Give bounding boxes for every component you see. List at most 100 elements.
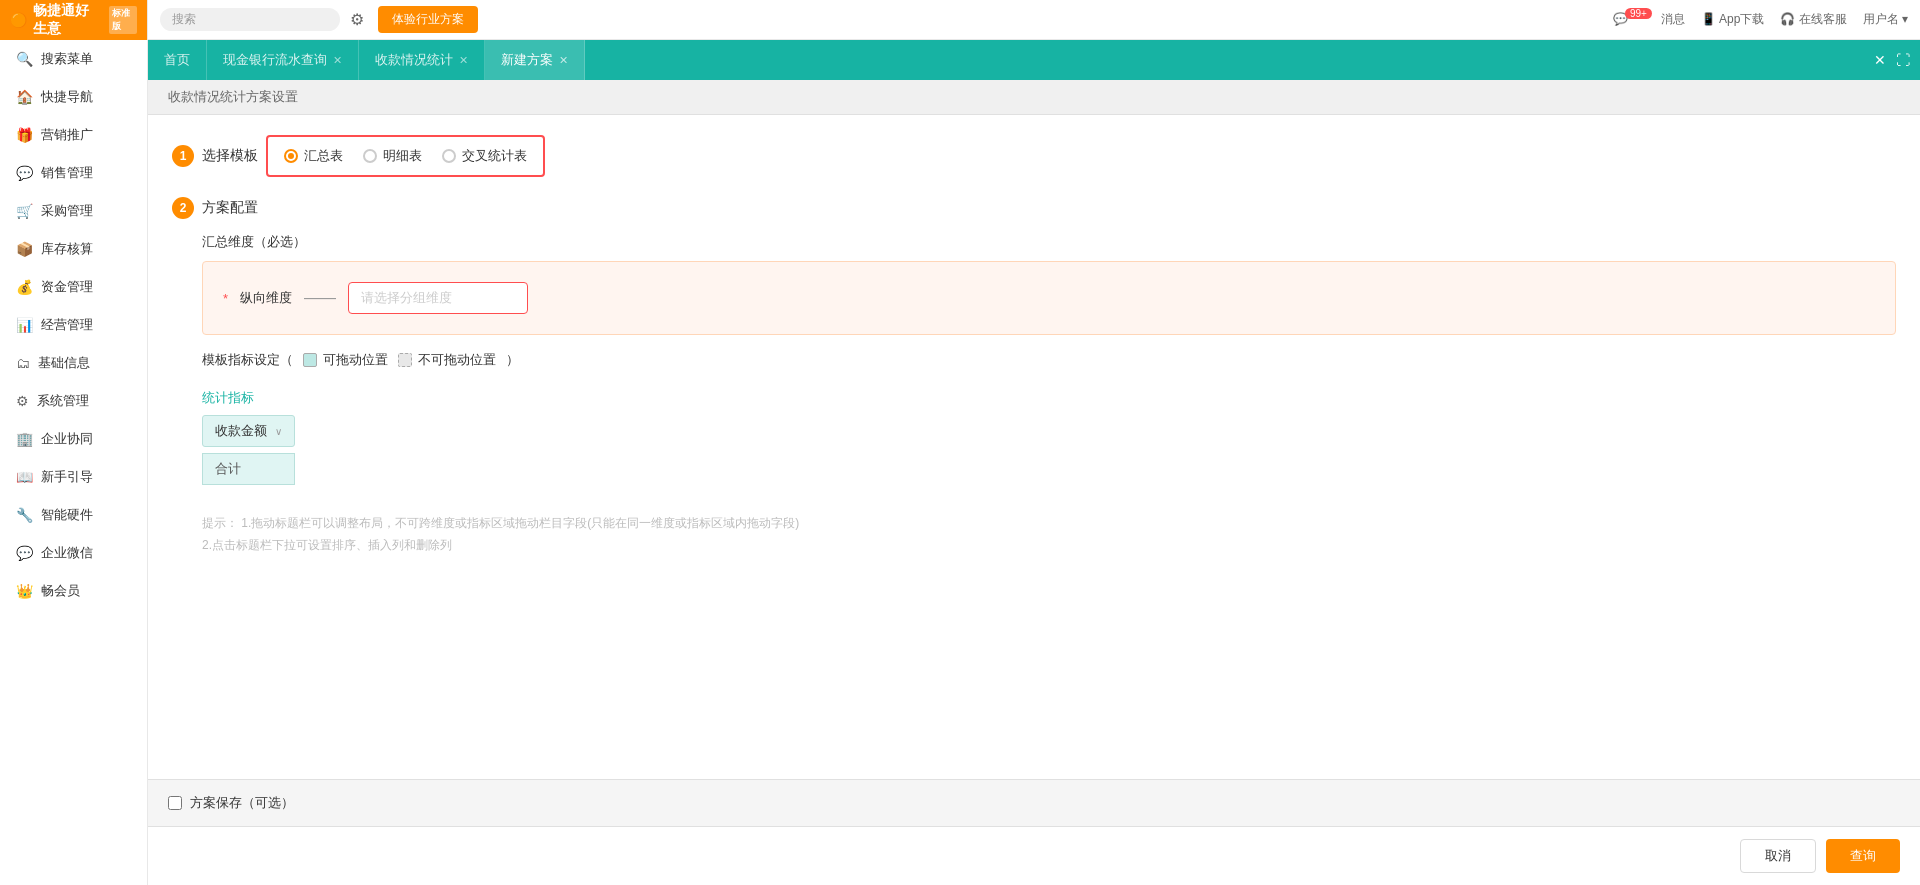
- fixed-legend: 不可拖动位置: [398, 351, 496, 369]
- content-header: 收款情况统计方案设置: [148, 80, 1920, 115]
- sidebar-item-enterprise[interactable]: 🏢 企业协同: [0, 420, 147, 458]
- radio-detail-label: 明细表: [383, 147, 422, 165]
- cancel-button[interactable]: 取消: [1740, 839, 1816, 873]
- sidebar-item-quick-nav[interactable]: 🏠 快捷导航: [0, 78, 147, 116]
- sidebar-item-marketing[interactable]: 🎁 营销推广: [0, 116, 147, 154]
- tab-home[interactable]: 首页: [148, 40, 207, 80]
- sidebar-item-inventory[interactable]: 📦 库存核算: [0, 230, 147, 268]
- template-radio-group: 汇总表 明细表 交叉统计表: [284, 147, 527, 165]
- service-icon: 🎧: [1780, 12, 1795, 26]
- page-title: 收款情况统计方案设置: [168, 89, 298, 104]
- action-bar: 取消 查询: [148, 826, 1920, 885]
- content: 收款情况统计方案设置 1 选择模板 汇总表: [148, 80, 1920, 885]
- message-badge: 99+: [1625, 8, 1652, 19]
- download-label: App下载: [1719, 12, 1764, 26]
- metrics-header-label: 模板指标设定（: [202, 351, 293, 369]
- sidebar-item-label: 基础信息: [38, 354, 90, 372]
- radio-summary[interactable]: 汇总表: [284, 147, 343, 165]
- sidebar-item-label: 营销推广: [41, 126, 93, 144]
- crown-icon: 👑: [16, 583, 33, 599]
- sidebar-item-system[interactable]: ⚙ 系统管理: [0, 382, 147, 420]
- step1-number: 1: [172, 145, 194, 167]
- dimension-area: * 纵向维度 —— 请选择分组维度: [202, 261, 1896, 335]
- radio-detail-circle: [363, 149, 377, 163]
- metrics-item-wrapper: 收款金额 ∨ 合计: [202, 415, 295, 485]
- step1-header: 1 选择模板 汇总表 明细表: [172, 135, 1896, 177]
- sidebar-item-label: 系统管理: [37, 392, 89, 410]
- radio-summary-circle: [284, 149, 298, 163]
- close-bank-icon[interactable]: ✕: [333, 54, 342, 67]
- close-window-icon[interactable]: ✕: [1874, 52, 1886, 68]
- dimension-label: 纵向维度: [240, 289, 292, 307]
- radio-summary-label: 汇总表: [304, 147, 343, 165]
- tab-new-plan-label: 新建方案: [501, 51, 553, 69]
- content-body: 1 选择模板 汇总表 明细表: [148, 115, 1920, 779]
- metrics-item-revenue[interactable]: 收款金额 ∨: [202, 415, 295, 447]
- sidebar-item-finance[interactable]: 💰 资金管理: [0, 268, 147, 306]
- search-icon: 🔍: [16, 51, 33, 67]
- radio-cross[interactable]: 交叉统计表: [442, 147, 527, 165]
- draggable-label: 可拖动位置: [323, 351, 388, 369]
- book-icon: 📖: [16, 469, 33, 485]
- download-section[interactable]: 📱 App下载: [1701, 11, 1764, 28]
- maximize-icon[interactable]: ⛶: [1896, 52, 1910, 68]
- app-name: 畅捷通好生意: [33, 2, 103, 38]
- dimension-row: * 纵向维度 —— 请选择分组维度: [223, 282, 1875, 314]
- topbar: 搜索 ⚙ 体验行业方案 💬 99+ 消息 📱 App下载 🎧 在线客服 用户名 …: [148, 0, 1920, 40]
- dimension-select[interactable]: 请选择分组维度: [348, 282, 528, 314]
- radio-cross-label: 交叉统计表: [462, 147, 527, 165]
- sidebar-item-label: 智能硬件: [41, 506, 93, 524]
- metrics-header-end: ）: [506, 351, 519, 369]
- service-section[interactable]: 🎧 在线客服: [1780, 11, 1846, 28]
- sidebar-item-newbie[interactable]: 📖 新手引导: [0, 458, 147, 496]
- radio-cross-circle: [442, 149, 456, 163]
- tab-new-plan[interactable]: 新建方案 ✕: [485, 40, 585, 80]
- metrics-group-label: 统计指标: [202, 389, 1896, 407]
- settings-icon[interactable]: ⚙: [350, 10, 364, 29]
- home-icon: 🏠: [16, 89, 33, 105]
- chevron-down-icon[interactable]: ∨: [275, 426, 282, 437]
- sidebar-item-label: 快捷导航: [41, 88, 93, 106]
- sidebar-item-label: 采购管理: [41, 202, 93, 220]
- sidebar-item-wechat[interactable]: 💬 企业微信: [0, 534, 147, 572]
- topbar-right: 💬 99+ 消息 📱 App下载 🎧 在线客服 用户名 ▾: [1613, 11, 1908, 28]
- gift-icon: 🎁: [16, 127, 33, 143]
- radio-detail[interactable]: 明细表: [363, 147, 422, 165]
- sidebar-item-member[interactable]: 👑 畅会员: [0, 572, 147, 610]
- close-receipt-icon[interactable]: ✕: [459, 54, 468, 67]
- logo-icon: 🟠: [10, 12, 27, 28]
- tab-receipt[interactable]: 收款情况统计 ✕: [359, 40, 485, 80]
- sidebar-item-operation[interactable]: 📊 经营管理: [0, 306, 147, 344]
- tips-area: 提示： 1.拖动标题栏可以调整布局，不可跨维度或指标区域拖动栏目字段(只能在同一…: [202, 513, 1896, 556]
- sidebar-logo: 🟠 畅捷通好生意 标准版: [0, 0, 147, 40]
- sidebar-item-hardware[interactable]: 🔧 智能硬件: [0, 496, 147, 534]
- building-icon: 🏢: [16, 431, 33, 447]
- close-new-plan-icon[interactable]: ✕: [559, 54, 568, 67]
- sidebar-item-search[interactable]: 🔍 搜索菜单: [0, 40, 147, 78]
- message-section: 💬 99+ 消息: [1613, 11, 1686, 28]
- search-input[interactable]: 搜索: [160, 8, 340, 31]
- step2-number: 2: [172, 197, 194, 219]
- sidebar-item-sales[interactable]: 💬 销售管理: [0, 154, 147, 192]
- box-icon: 📦: [16, 241, 33, 257]
- arrow-icon: ——: [304, 289, 336, 307]
- template-selection-box: 汇总表 明细表 交叉统计表: [266, 135, 545, 177]
- sidebar-item-label: 搜索菜单: [41, 50, 93, 68]
- sidebar-item-basic[interactable]: 🗂 基础信息: [0, 344, 147, 382]
- sidebar-item-label: 畅会员: [41, 582, 80, 600]
- gear-icon: ⚙: [16, 393, 29, 409]
- tab-bank[interactable]: 现金银行流水查询 ✕: [207, 40, 359, 80]
- sidebar-item-purchase[interactable]: 🛒 采购管理: [0, 192, 147, 230]
- money-icon: 💰: [16, 279, 33, 295]
- step2-header: 2 方案配置: [172, 197, 1896, 219]
- query-button[interactable]: 查询: [1826, 839, 1900, 873]
- sidebar-item-label: 经营管理: [41, 316, 93, 334]
- save-plan-checkbox[interactable]: [168, 796, 182, 810]
- step2-section: 2 方案配置 汇总维度（必选） * 纵向维度 —— 请选择分组维度: [172, 197, 1896, 556]
- industry-plan-button[interactable]: 体验行业方案: [378, 6, 478, 33]
- user-info[interactable]: 用户名 ▾: [1863, 11, 1908, 28]
- sidebar-item-label: 销售管理: [41, 164, 93, 182]
- message-label: 消息: [1661, 12, 1685, 26]
- sidebar-item-label: 企业协同: [41, 430, 93, 448]
- sidebar: 🟠 畅捷通好生意 标准版 🔍 搜索菜单 🏠 快捷导航 🎁 营销推广 💬 销售管理…: [0, 0, 148, 885]
